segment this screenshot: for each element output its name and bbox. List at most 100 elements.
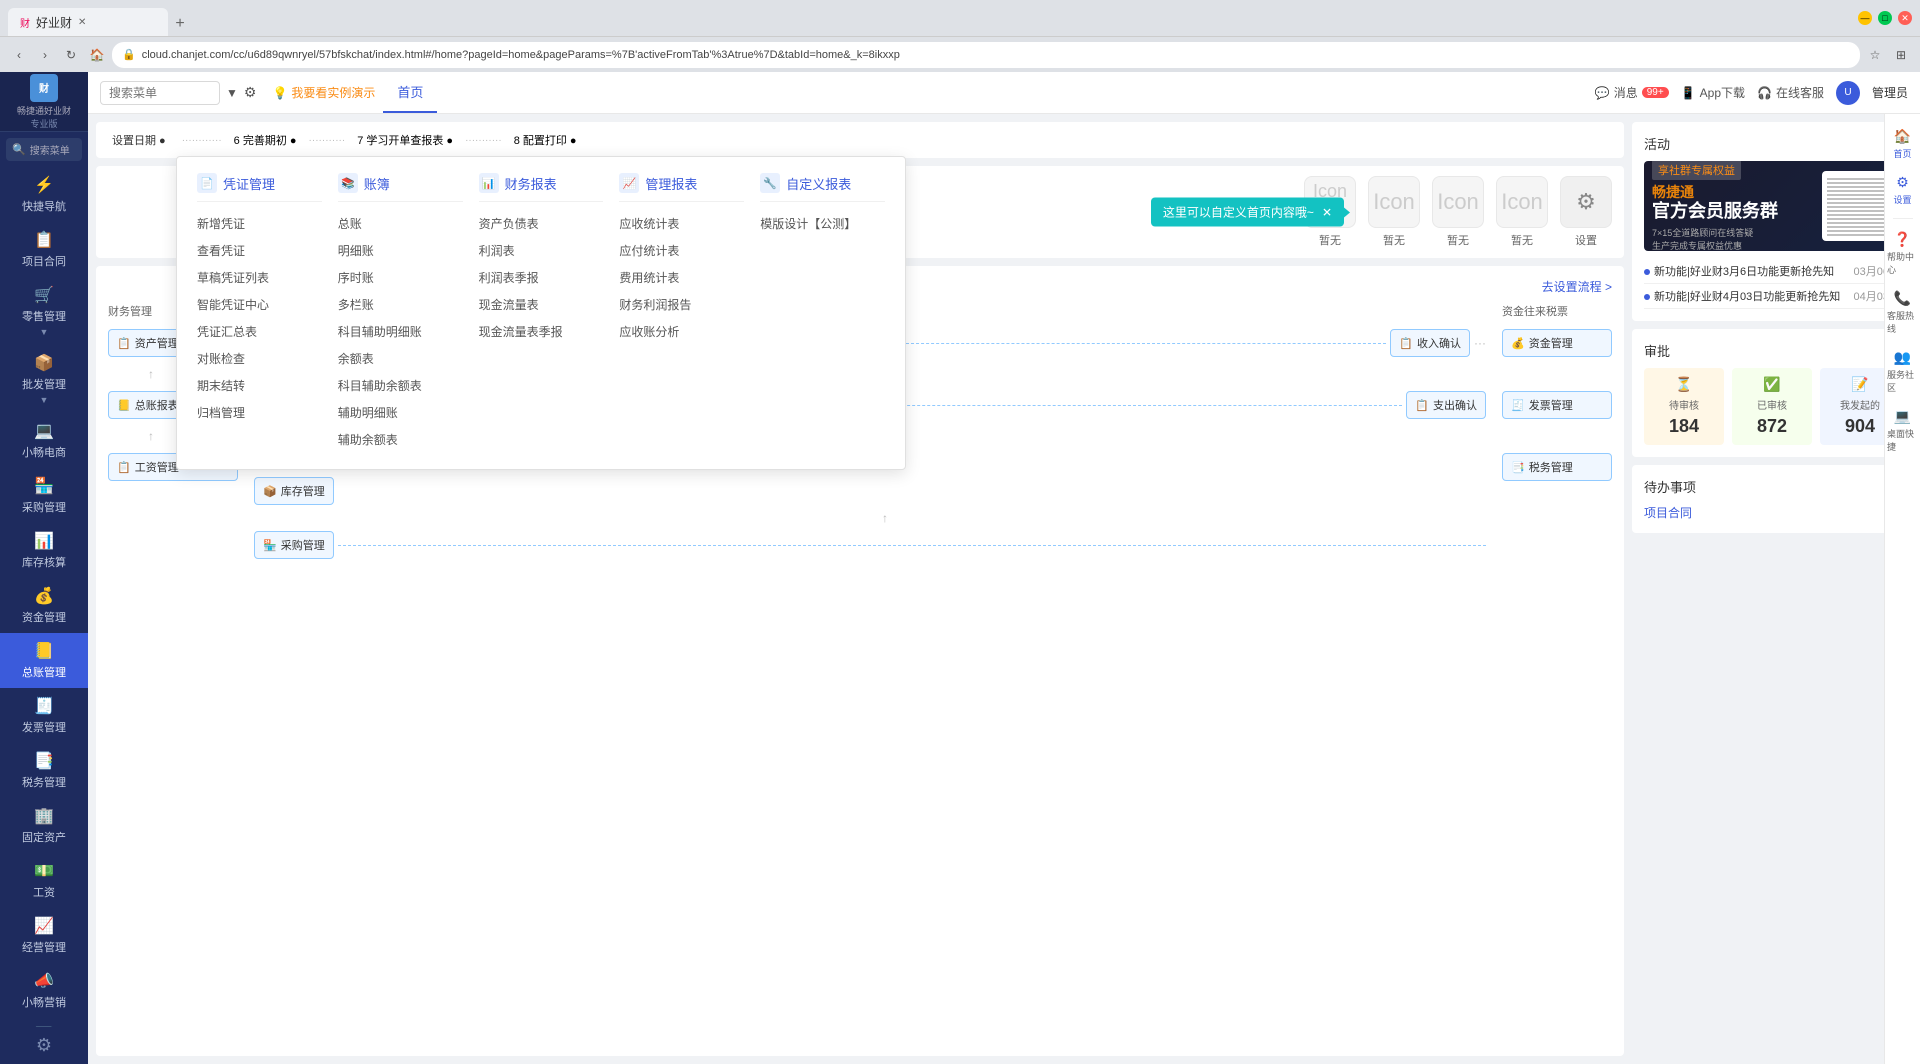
header-search-input[interactable]	[100, 81, 220, 105]
ledger-item-detail[interactable]: 明细账	[338, 237, 463, 264]
right-sidebar-desktop[interactable]: 💻 桌面快捷	[1885, 402, 1920, 459]
new-tab-button[interactable]: +	[168, 12, 192, 36]
sidebar-item-purchase[interactable]: 🏪 采购管理	[0, 468, 88, 523]
icon-box-3[interactable]: Icon 暂无	[1432, 176, 1484, 248]
forward-button[interactable]: ›	[34, 44, 56, 66]
tip-close-button[interactable]: ✕	[1322, 205, 1332, 219]
close-button[interactable]: ✕	[1898, 11, 1912, 25]
ledger-item-general[interactable]: 总账	[338, 210, 463, 237]
sidebar-item-payroll[interactable]: 💵 工资	[0, 853, 88, 908]
flow-node-tax[interactable]: 📑 税务管理	[1502, 453, 1612, 481]
sidebar-item-basic-info[interactable]: ℹ️ 基础信息	[0, 1018, 88, 1027]
dropdown-toggle[interactable]: ▼	[226, 86, 238, 100]
settings-gear-icon[interactable]: ⚙	[244, 84, 257, 101]
right-sidebar-service[interactable]: 📞 客服热线	[1885, 284, 1920, 341]
sidebar-item-marketing[interactable]: 📣 小畅营销	[0, 963, 88, 1018]
sidebar-item-operations[interactable]: 📈 经营管理	[0, 908, 88, 963]
back-button[interactable]: ‹	[8, 44, 30, 66]
financial-item-cashflow-q[interactable]: 现金流量表季报	[479, 318, 604, 345]
extensions-button[interactable]: ⊞	[1890, 44, 1912, 66]
right-sidebar-settings[interactable]: ⚙ 设置	[1891, 168, 1913, 212]
minimize-button[interactable]: —	[1858, 11, 1872, 25]
icon-box-4[interactable]: Icon 暂无	[1496, 176, 1548, 248]
mgmt-item-expense[interactable]: 费用统计表	[619, 264, 744, 291]
news-item-1[interactable]: 新功能|好业财3月6日功能更新抢先知 03月06日	[1644, 259, 1900, 284]
sidebar-item-wholesale[interactable]: 📦 批发管理 ▼	[0, 345, 88, 413]
custom-item-template[interactable]: 模版设计【公测】	[760, 210, 885, 237]
approval-stat-pending[interactable]: ⏳ 待审核 184	[1644, 368, 1724, 445]
banner-subtitle: 官方会员服务群	[1652, 201, 1778, 223]
financial-item-profit-q[interactable]: 利润表季报	[479, 264, 604, 291]
maximize-button[interactable]: □	[1878, 11, 1892, 25]
online-service-button[interactable]: 🎧 在线客服	[1757, 84, 1824, 101]
sidebar-item-invoice[interactable]: 🧾 发票管理	[0, 688, 88, 743]
reload-button[interactable]: ↻	[60, 44, 82, 66]
tab-close-button[interactable]: ✕	[78, 17, 86, 28]
dropdown-col-financial: 📊 财务报表 资产负债表 利润表 利润表季报 现金流量表 现金流量表季报	[471, 173, 612, 453]
active-tab[interactable]: 财 好业财 ✕	[8, 8, 168, 36]
right-sidebar-home[interactable]: 🏠 首页	[1891, 122, 1913, 166]
sidebar-item-ecommerce[interactable]: 💻 小畅电商	[0, 413, 88, 468]
sidebar-settings[interactable]: ⚙	[28, 1027, 60, 1064]
voucher-item-archive[interactable]: 归档管理	[197, 399, 322, 426]
right-sidebar-community[interactable]: 👥 服务社区	[1885, 343, 1920, 400]
news-item-2[interactable]: 新功能|好业财4月03日功能更新抢先知 04月03日	[1644, 284, 1900, 309]
sidebar-item-finance[interactable]: 💰 资金管理	[0, 578, 88, 633]
flow-node-inventory[interactable]: 📦 库存管理	[254, 477, 334, 505]
icon-box-settings[interactable]: ⚙ 设置	[1560, 176, 1612, 248]
mgmt-item-receivable-analysis[interactable]: 应收账分析	[619, 318, 744, 345]
sidebar-item-accounting[interactable]: 📒 总账管理	[0, 633, 88, 688]
mgmt-item-profit-report[interactable]: 财务利润报告	[619, 291, 744, 318]
flow-node-capital[interactable]: 💰 资金管理	[1502, 329, 1612, 357]
right-sidebar-help[interactable]: ❓ 帮助中心	[1885, 225, 1920, 282]
icon-display-4: Icon	[1501, 189, 1543, 215]
sidebar-item-fixed-assets[interactable]: 🏢 固定资产	[0, 798, 88, 853]
voucher-item-check[interactable]: 对账检查	[197, 345, 322, 372]
sidebar-item-tax[interactable]: 📑 税务管理	[0, 743, 88, 798]
ledger-item-subject-balance[interactable]: 科目辅助余额表	[338, 372, 463, 399]
flow-setup-link[interactable]: 去设置流程 >	[1542, 278, 1612, 295]
demo-link[interactable]: 💡 我要看实例演示	[272, 84, 375, 101]
expense-confirm-icon: 📋	[1415, 399, 1429, 412]
flow-node-income-confirm[interactable]: 📋 收入确认	[1390, 329, 1470, 357]
sidebar-item-quick-nav[interactable]: ⚡ 快捷导航	[0, 167, 88, 222]
voucher-item-view[interactable]: 查看凭证	[197, 237, 322, 264]
bookmark-button[interactable]: ☆	[1864, 44, 1886, 66]
sidebar-item-inventory[interactable]: 📊 库存核算	[0, 523, 88, 578]
voucher-item-summary[interactable]: 凭证汇总表	[197, 318, 322, 345]
icon-placeholder-3: Icon	[1432, 176, 1484, 228]
sidebar-search-button[interactable]: 🔍 搜索菜单	[6, 138, 82, 161]
notification-button[interactable]: 💬 消息 99+	[1595, 84, 1669, 101]
ledger-item-subject-detail[interactable]: 科目辅助明细账	[338, 318, 463, 345]
user-avatar[interactable]: U	[1836, 81, 1860, 105]
flow-node-expense-confirm[interactable]: 📋 支出确认	[1406, 391, 1486, 419]
todo-item-project[interactable]: 项目合同	[1644, 504, 1900, 521]
ledger-item-aux-detail[interactable]: 辅助明细账	[338, 399, 463, 426]
settings-icon-label: 设置	[1575, 232, 1597, 248]
tab-home[interactable]: 首页	[383, 72, 437, 113]
approval-stat-approved[interactable]: ✅ 已审核 872	[1732, 368, 1812, 445]
ledger-item-balance[interactable]: 余额表	[338, 345, 463, 372]
right-home-label: 首页	[1893, 147, 1911, 160]
sidebar-item-project[interactable]: 📋 项目合同	[0, 222, 88, 277]
voucher-item-smart[interactable]: 智能凭证中心	[197, 291, 322, 318]
ledger-item-multi[interactable]: 多栏账	[338, 291, 463, 318]
flow-node-purchase[interactable]: 🏪 采购管理	[254, 531, 334, 559]
app-download-button[interactable]: 📱 App下载	[1681, 84, 1745, 101]
flow-node-invoice[interactable]: 🧾 发票管理	[1502, 391, 1612, 419]
voucher-item-new[interactable]: 新增凭证	[197, 210, 322, 237]
voucher-item-draft[interactable]: 草稿凭证列表	[197, 264, 322, 291]
ledger-item-sequence[interactable]: 序时账	[338, 264, 463, 291]
ledger-item-aux-balance[interactable]: 辅助余额表	[338, 426, 463, 453]
mgmt-item-payable[interactable]: 应付统计表	[619, 237, 744, 264]
sidebar-item-sales[interactable]: 🛒 零售管理 ▼	[0, 277, 88, 345]
financial-item-profit[interactable]: 利润表	[479, 237, 604, 264]
mgmt-item-receivable[interactable]: 应收统计表	[619, 210, 744, 237]
icon-box-2[interactable]: Icon 暂无	[1368, 176, 1420, 248]
sidebar-item-label: 固定资产	[22, 829, 66, 845]
financial-item-balance-sheet[interactable]: 资产负债表	[479, 210, 604, 237]
voucher-item-period[interactable]: 期末结转	[197, 372, 322, 399]
step-separator-3: ···········	[465, 135, 502, 146]
financial-item-cashflow[interactable]: 现金流量表	[479, 291, 604, 318]
home-nav-button[interactable]: 🏠	[86, 44, 108, 66]
